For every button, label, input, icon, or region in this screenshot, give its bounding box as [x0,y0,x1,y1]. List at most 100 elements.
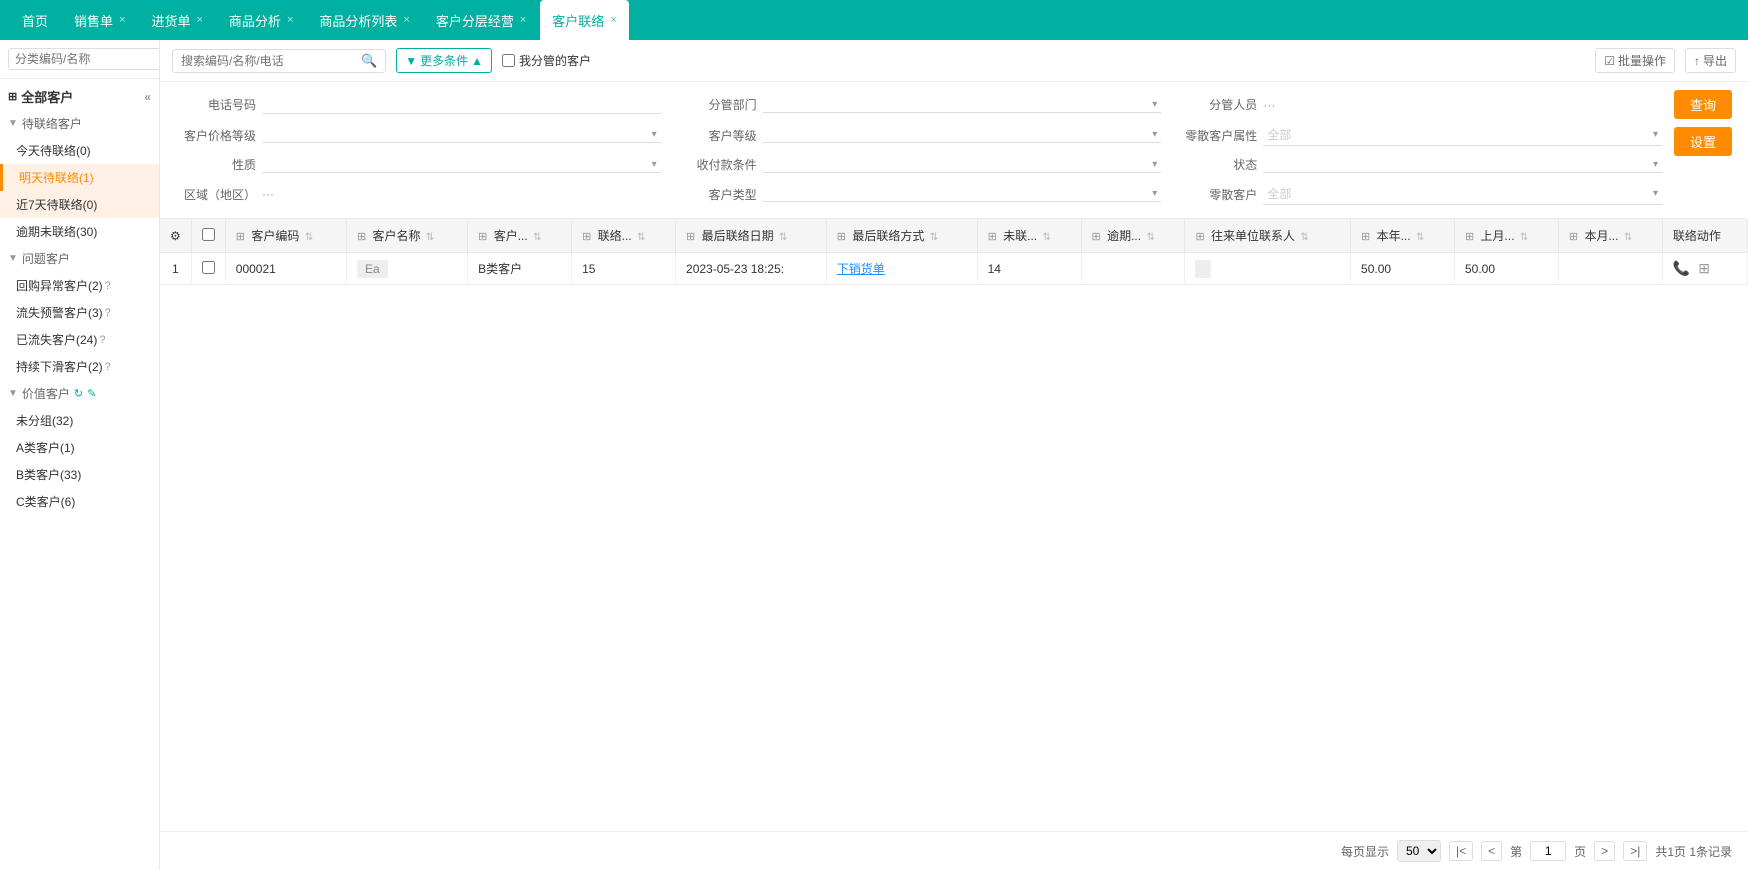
filter-region-dots[interactable]: ··· [262,187,274,201]
td-type: B类客户 [468,253,572,285]
sidebar-item-week[interactable]: 近7天待联络(0) [0,191,159,218]
th-last-date[interactable]: ⊞ 最后联络日期 ⇅ [676,219,827,253]
main-layout: 🔍 ⊞ 全部客户 « ▼ 待联络客户 今天待联络(0) 明天待联络(1) 近7天… [0,40,1748,870]
th-last-method[interactable]: ⊞ 最后联络方式 ⇅ [826,219,977,253]
table-header-row: ⚙ ⊞ 客户编码 ⇅ ⊞ 客户名称 ⇅ ⊞ [160,219,1748,253]
filter-person-dots[interactable]: ··· [1263,98,1275,112]
phone-icon[interactable]: 📞 [1673,260,1690,277]
batch-btn[interactable]: ☑ 批量操作 [1595,48,1675,73]
export-btn[interactable]: ↑ 导出 [1685,48,1736,73]
nav-home[interactable]: 首页 [10,0,60,40]
select-all-checkbox[interactable] [202,228,215,241]
th-last-month[interactable]: ⊞ 上月... ⇅ [1454,219,1558,253]
th-name[interactable]: ⊞ 客户名称 ⇅ [346,219,467,253]
query-button[interactable]: 查询 [1674,90,1732,119]
nav-sales[interactable]: 销售单 × [62,0,137,40]
sidebar-item-class-a[interactable]: A类客户(1) [0,434,159,461]
filter-phone-input[interactable] [262,95,661,114]
nav-product-list[interactable]: 商品分析列表 × [307,0,421,40]
grid-icon: ⊞ [8,90,17,103]
my-customers-checkbox[interactable] [502,54,515,67]
filter-phone: 电话号码 [176,95,661,114]
sidebar-item-churn-warn[interactable]: 流失预警客户(3) ? [0,299,159,326]
th-type[interactable]: ⊞ 客户... ⇅ [468,219,572,253]
sidebar-item-ungroup[interactable]: 未分组(32) [0,407,159,434]
nav-product-analysis[interactable]: 商品分析 × [217,0,305,40]
filter-payment-label: 收付款条件 [677,156,757,173]
close-product-list-icon[interactable]: × [403,14,409,26]
filter-region: 区域（地区） ··· [176,186,661,203]
filter-customer-level-select[interactable]: ▾ [763,127,1162,143]
th-rel-contact[interactable]: ⊞ 往来单位联系人 ⇅ [1185,219,1351,253]
filter-payment: 收付款条件 ▾ [677,156,1162,173]
close-purchase-icon[interactable]: × [196,14,202,26]
setting-button[interactable]: 设置 [1674,127,1732,156]
close-customer-tier-icon[interactable]: × [520,14,526,26]
search-input[interactable] [181,54,361,68]
per-page-select[interactable]: 50 [1397,840,1441,862]
filter-payment-select[interactable]: ▾ [763,157,1162,173]
th-overdue[interactable]: ⊞ 逾期... ⇅ [1081,219,1185,253]
filter-price-level: 客户价格等级 ▾ [176,127,661,144]
sort-icon-code: ⊞ [236,231,245,243]
filter-nature-select[interactable]: ▾ [262,157,661,173]
filter-person-label: 分管人员 [1177,96,1257,113]
last-page-btn[interactable]: >| [1623,841,1647,861]
sidebar-item-today[interactable]: 今天待联络(0) [0,137,159,164]
row-checkbox[interactable] [202,261,215,274]
edit-icon[interactable]: ✎ [87,387,96,400]
th-checkbox[interactable] [191,219,225,253]
close-sales-icon[interactable]: × [119,14,125,26]
th-this-month[interactable]: ⊞ 本月... ⇅ [1558,219,1662,253]
collapse-icon[interactable]: « [144,90,151,104]
sidebar-item-declining[interactable]: 持续下滑客户(2) ? [0,353,159,380]
th-contact[interactable]: ⊞ 联络... ⇅ [572,219,676,253]
sidebar-item-class-c[interactable]: C类客户(6) [0,488,159,515]
sort-icon-uncontact2: ⇅ [1043,232,1051,243]
chevron-down-icon7: ▾ [1653,159,1658,170]
th-settings[interactable]: ⚙ [160,219,191,253]
grid-action-icon[interactable]: ⊞ [1698,260,1710,277]
filter-row-3: 性质 ▾ 收付款条件 ▾ [176,151,1662,178]
filter-customer-level-label: 客户等级 [677,127,757,144]
sidebar-item-overdue[interactable]: 逾期未联络(30) [0,218,159,245]
nav-purchase[interactable]: 进货单 × [139,0,214,40]
nav-customer-contact[interactable]: 客户联络 × [540,0,628,40]
sidebar-item-abnormal[interactable]: 回购异常客户(2) ? [0,272,159,299]
td-uncontact: 14 [977,253,1081,285]
sidebar-search-input[interactable] [8,48,160,70]
td-checkbox[interactable] [191,253,225,285]
nav-customer-tier[interactable]: 客户分层经营 × [424,0,538,40]
th-uncontact[interactable]: ⊞ 未联... ⇅ [977,219,1081,253]
first-page-btn[interactable]: |< [1449,841,1473,861]
filter-dept-select[interactable]: ▾ [763,97,1162,113]
page-number-input[interactable] [1530,841,1566,861]
td-last-month: 50.00 [1454,253,1558,285]
close-customer-contact-icon[interactable]: × [610,14,616,26]
filter-retail-select[interactable]: 全部 ▾ [1263,183,1662,205]
sidebar-item-tomorrow[interactable]: 明天待联络(1) [0,164,159,191]
sidebar-item-class-b[interactable]: B类客户(33) [0,461,159,488]
th-code[interactable]: ⊞ 客户编码 ⇅ [225,219,346,253]
sort-icon-lastmethod2: ⇅ [930,232,938,243]
filter-status-select[interactable]: ▾ [1263,157,1662,173]
th-this-year[interactable]: ⊞ 本年... ⇅ [1351,219,1455,253]
close-product-analysis-icon[interactable]: × [287,14,293,26]
filter-price-level-select[interactable]: ▾ [262,127,661,143]
table-row: 1 000021 Ea B类客户 15 2023-05-23 18:25: 下销… [160,253,1748,285]
last-method-link[interactable]: 下销货单 [837,262,885,276]
refresh-icon[interactable]: ↻ [74,387,83,400]
filter-customer-type-select[interactable]: ▾ [763,186,1162,202]
td-last-method[interactable]: 下销货单 [826,253,977,285]
filter-nature-label: 性质 [176,156,256,173]
more-filter-btn[interactable]: ▼ 更多条件 ▲ [396,48,492,73]
search-btn-icon[interactable]: 🔍 [361,53,377,69]
prev-page-btn[interactable]: < [1481,841,1502,861]
sort-icon-overdue: ⊞ [1092,231,1101,243]
next-page-btn[interactable]: > [1594,841,1615,861]
filter-dept-label: 分管部门 [677,96,757,113]
sidebar-item-churned[interactable]: 已流失客户(24) ? [0,326,159,353]
chevron-down-icon6: ▾ [1152,159,1157,170]
chevron-down-icon5: ▾ [652,159,657,170]
filter-retail-attr-select[interactable]: 全部 ▾ [1263,124,1662,146]
